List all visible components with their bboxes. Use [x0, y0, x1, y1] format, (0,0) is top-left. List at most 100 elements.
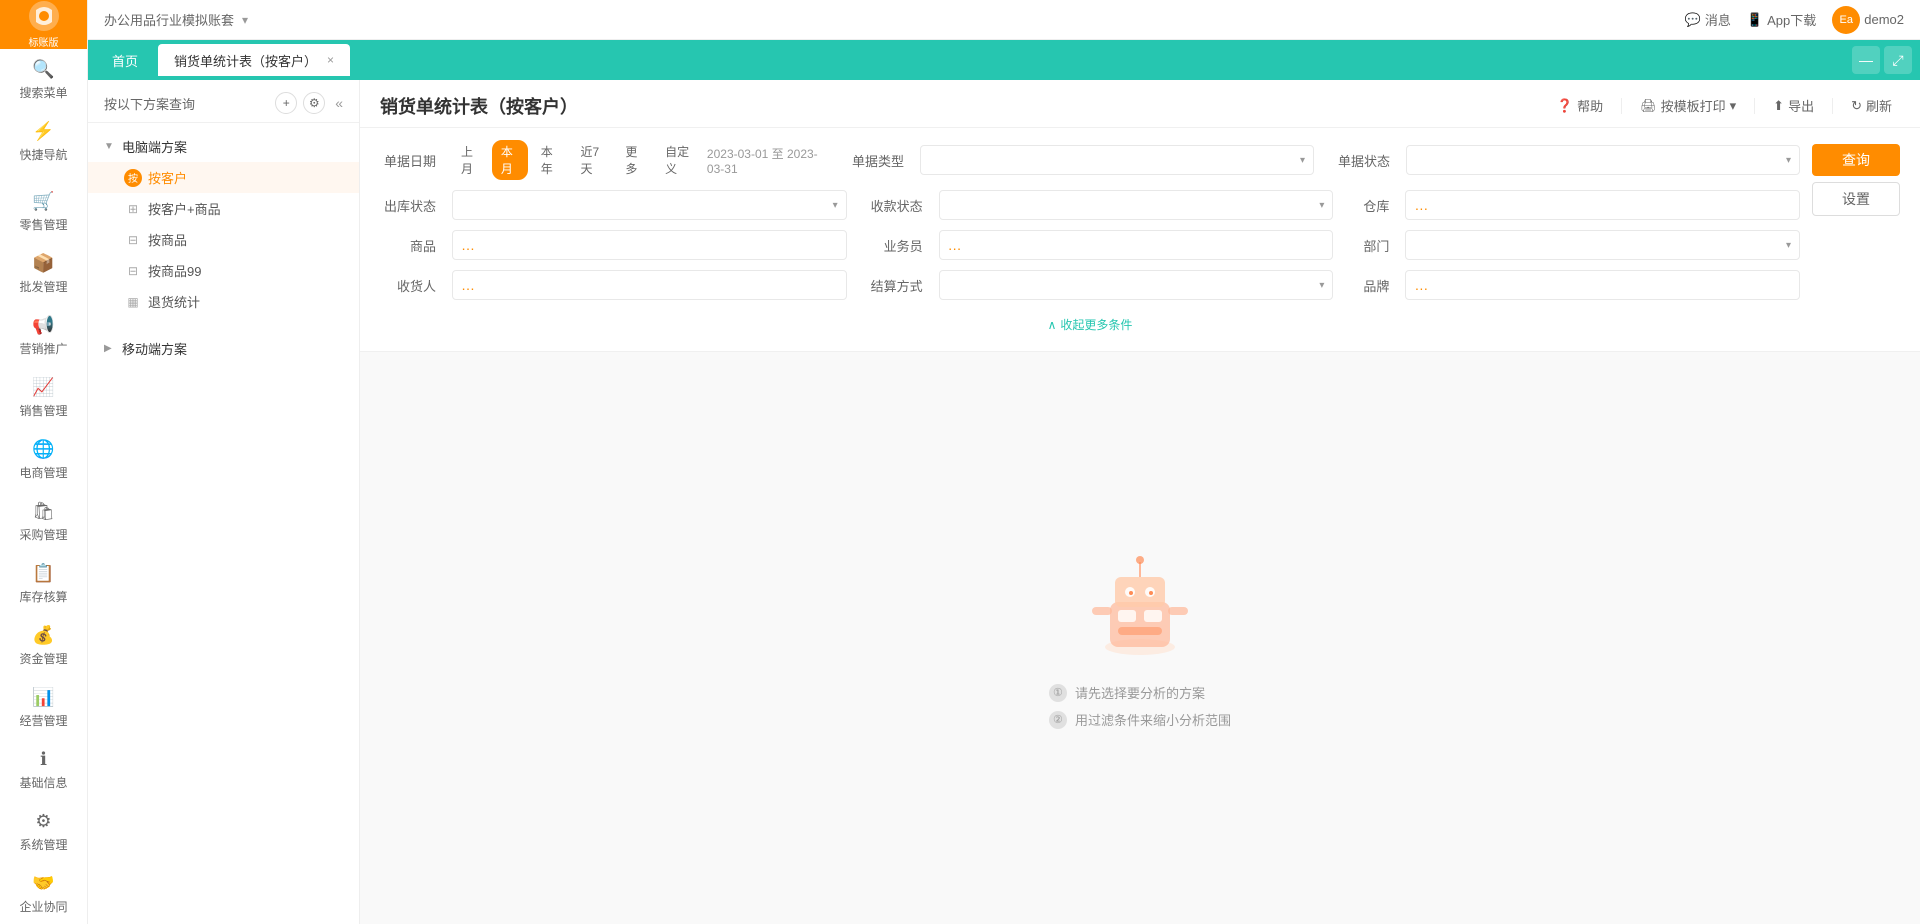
out-status-select[interactable]: ▾ — [452, 190, 847, 220]
tab-minimize-btn[interactable]: — — [1852, 46, 1880, 74]
bar-icon: ▦ — [124, 293, 142, 311]
grid-icon: ⊞ — [124, 200, 142, 218]
filter-and-buttons: 单据日期 上月 本月 本年 近7天 更多 自定义 20 — [380, 140, 1900, 339]
sidebar-item-retail-mgmt[interactable]: 🛒 零售管理 — [0, 181, 88, 243]
left-panel-actions: + ⚙ « — [275, 92, 343, 114]
date-btn-7days[interactable]: 近7天 — [572, 140, 613, 180]
date-btn-last-month[interactable]: 上月 — [452, 140, 488, 180]
search-menu-icon: 🔍 — [32, 59, 54, 80]
help-btn[interactable]: ❓ 帮助 — [1549, 92, 1611, 119]
tab-maximize-btn[interactable]: ⤢ — [1884, 46, 1912, 74]
date-btn-more[interactable]: 更多 — [616, 140, 652, 180]
user-menu[interactable]: Ea demo2 — [1832, 6, 1904, 34]
message-btn[interactable]: 💬 消息 — [1685, 10, 1731, 29]
recipient-label: 收货人 — [380, 276, 436, 295]
filters-right: 查询 设置 — [1800, 140, 1900, 216]
sidebar-item-enterprise-collab[interactable]: 🤝 企业协同 — [0, 863, 88, 924]
doc-status-arrow-icon: ▾ — [1786, 155, 1791, 166]
date-control: 上月 本月 本年 近7天 更多 自定义 2023-03-01 至 2023-03… — [452, 140, 828, 180]
date-btn-this-month[interactable]: 本月 — [492, 140, 528, 180]
inventory-icon: 📋 — [32, 563, 54, 584]
sidebar-item-inventory-check[interactable]: 📋 库存核算 — [0, 553, 88, 615]
message-icon: 💬 — [1685, 12, 1701, 28]
export-btn[interactable]: ⬆ 导出 — [1765, 92, 1822, 119]
tab-active[interactable]: 销货单统计表（按客户） × — [158, 44, 350, 76]
sidebar-item-ecommerce-mgmt[interactable]: 🌐 电商管理 — [0, 429, 88, 491]
settlement-select[interactable]: ▾ — [939, 270, 1334, 300]
sidebar-item-search-menu[interactable]: 🔍 搜索菜单 — [0, 49, 88, 111]
tree-parent-desktop[interactable]: ▼ 电脑端方案 — [88, 131, 359, 162]
tree-item-by-customer-product[interactable]: ⊞ 按客户+商品 — [88, 193, 359, 224]
sales-icon: 📈 — [32, 377, 54, 398]
date-btn-custom[interactable]: 自定义 — [656, 140, 701, 180]
logo[interactable]: 标账版 — [0, 0, 88, 49]
page-title: 销货单统计表（按客户） — [380, 93, 578, 119]
out-status-label: 出库状态 — [380, 196, 436, 215]
empty-state: ① 请先选择要分析的方案 ② 用过滤条件来缩小分析范围 — [1049, 547, 1231, 729]
refresh-btn[interactable]: ↻ 刷新 — [1843, 92, 1900, 119]
recipient-select[interactable]: … — [452, 270, 847, 300]
print-btn[interactable]: 🖨 按模板打印 ▾ — [1632, 92, 1744, 119]
gear-icon: ⚙ — [309, 96, 320, 110]
tree-item-by-product-99[interactable]: ⊟ 按商品99 — [88, 255, 359, 286]
sidebar-item-operations-mgmt[interactable]: 📊 经营管理 — [0, 677, 88, 739]
payment-status-select[interactable]: ▾ — [939, 190, 1334, 220]
empty-hints: ① 请先选择要分析的方案 ② 用过滤条件来缩小分析范围 — [1049, 683, 1231, 729]
doc-type-label: 单据类型 — [844, 151, 904, 170]
recipient-dots-icon: … — [461, 277, 477, 293]
chevron-down-icon: ▾ — [242, 13, 248, 27]
doc-status-select[interactable]: ▾ — [1406, 145, 1800, 175]
hint-num-1: ① — [1049, 684, 1067, 702]
breadcrumb-dropdown[interactable]: ▾ — [242, 13, 248, 27]
sidebar-item-basic-info[interactable]: ℹ 基础信息 — [0, 739, 88, 801]
tree-item-return-stats[interactable]: ▦ 退货统计 — [88, 286, 359, 317]
sidebar-item-quick-nav[interactable]: ⚡ 快捷导航 — [0, 111, 88, 173]
panel-collapse-btn[interactable]: « — [335, 95, 343, 111]
department-select[interactable]: ▾ — [1405, 230, 1800, 260]
download-icon: 📱 — [1747, 12, 1763, 28]
app-download-btn[interactable]: 📱 App下载 — [1747, 10, 1816, 29]
warehouse-select[interactable]: … — [1405, 190, 1800, 220]
tree-item-by-customer[interactable]: 按 按客户 — [88, 162, 359, 193]
table2-icon: ⊟ — [124, 262, 142, 280]
tree-section-mobile: ▶ 移动端方案 — [88, 325, 359, 372]
payment-status-label: 收款状态 — [863, 196, 923, 215]
tab-home[interactable]: 首页 — [96, 44, 154, 76]
collapse-more-btn[interactable]: ∧ 收起更多条件 — [380, 310, 1800, 339]
sidebar-item-wholesale-mgmt[interactable]: 📦 批发管理 — [0, 243, 88, 305]
page-actions: ❓ 帮助 🖨 按模板打印 ▾ ⬆ 导出 — [1549, 92, 1900, 119]
help-icon: ❓ — [1557, 98, 1573, 114]
doc-type-select[interactable]: ▾ — [920, 145, 1314, 175]
brand-select[interactable]: … — [1405, 270, 1800, 300]
sales-person-select[interactable]: … — [939, 230, 1334, 260]
empty-hint-1: ① 请先选择要分析的方案 — [1049, 683, 1231, 702]
settlement-label: 结算方式 — [863, 276, 923, 295]
product-select[interactable]: … — [452, 230, 847, 260]
topbar-left: 办公用品行业模拟账套 ▾ — [104, 10, 248, 29]
sidebar-item-system-mgmt[interactable]: ⚙ 系统管理 — [0, 801, 88, 863]
sidebar-item-purchase-mgmt[interactable]: 🛍 采购管理 — [0, 491, 88, 553]
sidebar-item-sales-mgmt[interactable]: 📈 销售管理 — [0, 367, 88, 429]
filters-left: 单据日期 上月 本月 本年 近7天 更多 自定义 20 — [380, 140, 1800, 339]
tab-close-icon[interactable]: × — [327, 53, 334, 67]
date-btn-this-year[interactable]: 本年 — [532, 140, 568, 180]
purchase-icon: 🛍 — [32, 501, 55, 522]
breadcrumb: 办公用品行业模拟账套 — [104, 10, 234, 29]
department-label: 部门 — [1349, 236, 1389, 255]
warehouse-dots-icon: … — [1414, 197, 1430, 213]
add-solution-btn[interactable]: + — [275, 92, 297, 114]
logo-text: 标账版 — [29, 34, 59, 49]
tree-parent-mobile[interactable]: ▶ 移动端方案 — [88, 333, 359, 364]
tree-item-by-product[interactable]: ⊟ 按商品 — [88, 224, 359, 255]
data-area: ① 请先选择要分析的方案 ② 用过滤条件来缩小分析范围 — [360, 352, 1920, 924]
hint-num-2: ② — [1049, 711, 1067, 729]
sidebar-item-marketing[interactable]: 📢 营销推广 — [0, 305, 88, 367]
marketing-icon: 📢 — [32, 315, 54, 336]
filter-row-2: 出库状态 ▾ 收款状态 ▾ 仓库 — [380, 190, 1800, 220]
main-area: 办公用品行业模拟账套 ▾ 💬 消息 📱 App下载 Ea demo2 首页 — [88, 0, 1920, 924]
date-quick-btns: 上月 本月 本年 近7天 更多 自定义 — [452, 140, 701, 180]
settings-solution-btn[interactable]: ⚙ — [303, 92, 325, 114]
sidebar-item-finance-mgmt[interactable]: 💰 资金管理 — [0, 615, 88, 677]
settings-btn[interactable]: 设置 — [1812, 182, 1900, 216]
query-btn[interactable]: 查询 — [1812, 144, 1900, 176]
